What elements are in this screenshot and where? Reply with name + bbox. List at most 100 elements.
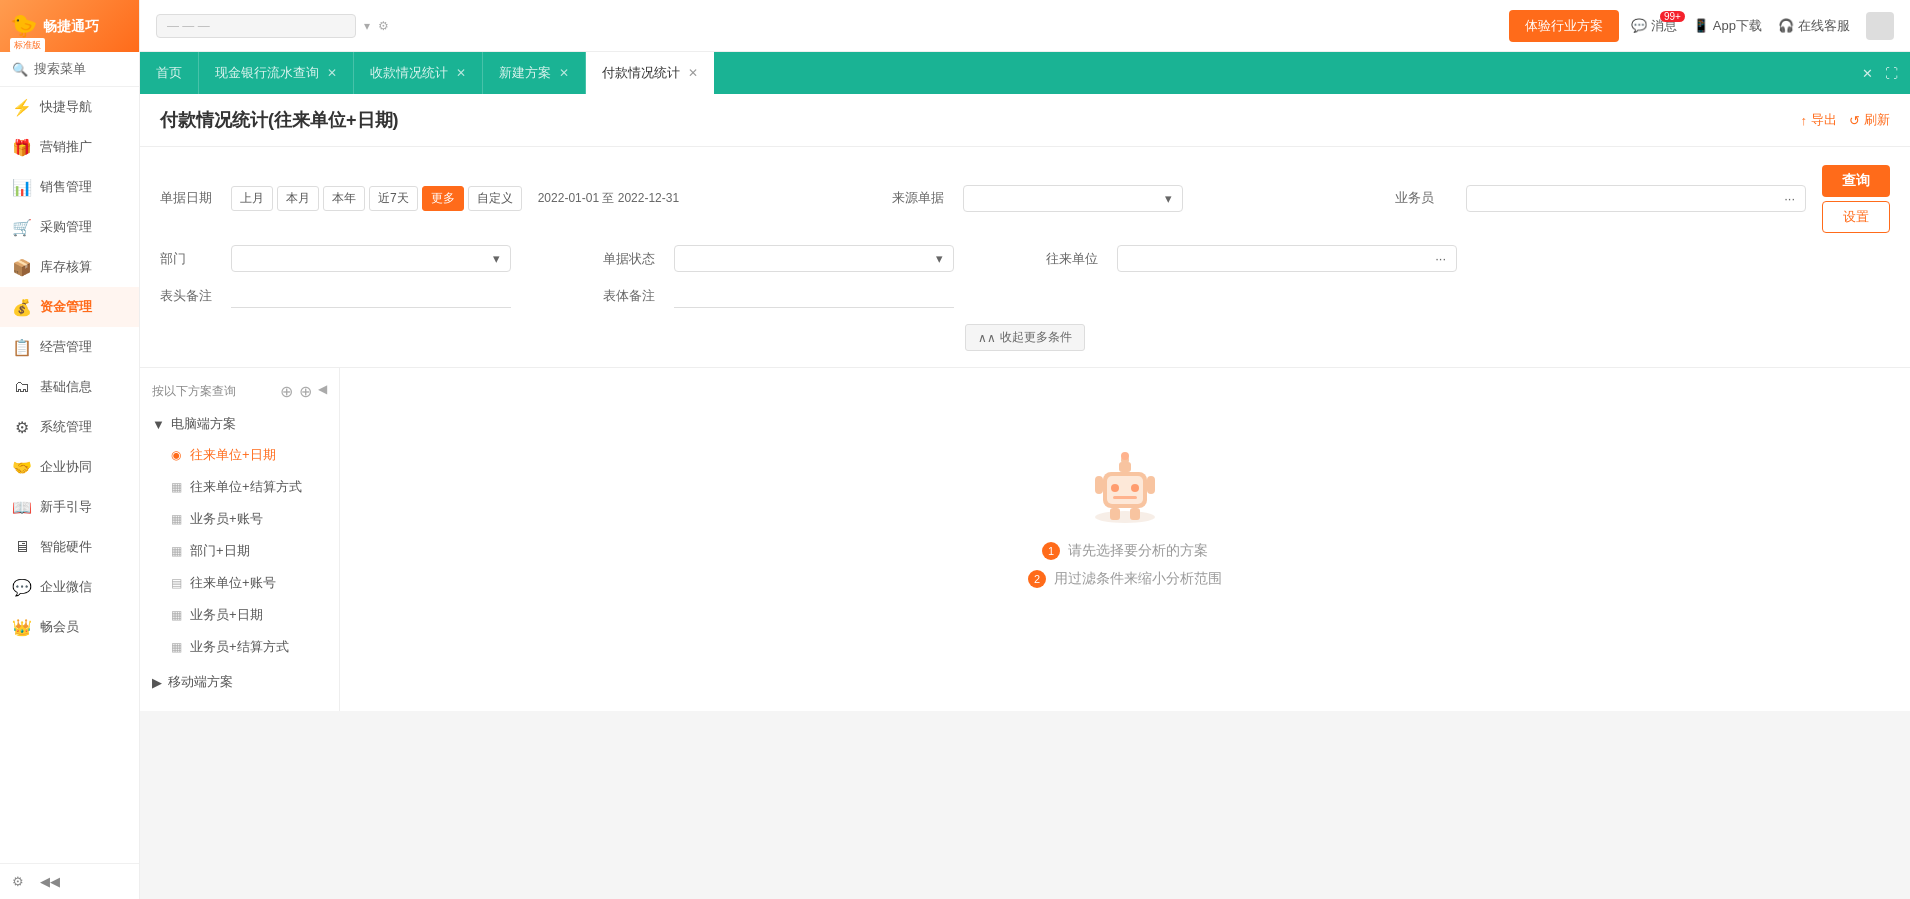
- header-note-input[interactable]: [231, 284, 511, 308]
- finance-icon: 💰: [12, 297, 32, 317]
- scheme-icon: ▦: [168, 607, 184, 623]
- sidebar-search[interactable]: 🔍 搜索菜单: [0, 52, 139, 87]
- tab-close-icon[interactable]: ✕: [688, 66, 698, 80]
- ellipsis-icon: ···: [1435, 251, 1446, 266]
- chevron-down-icon[interactable]: ▾: [364, 19, 370, 33]
- source-select[interactable]: ▾: [963, 185, 1183, 212]
- settings-icon[interactable]: ⚙: [378, 19, 389, 33]
- desktop-label: 电脑端方案: [171, 415, 236, 433]
- tab-cash-flow[interactable]: 现金银行流水查询 ✕: [199, 52, 354, 94]
- collapse-panel-icon[interactable]: ◀: [318, 382, 327, 401]
- collapse-sidebar-icon[interactable]: ◀◀: [40, 874, 60, 889]
- sidebar-item-purchase[interactable]: 🛒 采购管理: [0, 207, 139, 247]
- sidebar-item-marketing[interactable]: 🎁 营销推广: [0, 127, 139, 167]
- export-button[interactable]: ↑ 导出: [1801, 111, 1838, 129]
- scheme-icon: ▦: [168, 543, 184, 559]
- message-button[interactable]: 💬 消息 99+: [1631, 17, 1677, 35]
- ellipsis-icon: ···: [1784, 191, 1795, 206]
- sidebar-item-enterprise[interactable]: 🤝 企业协同: [0, 447, 139, 487]
- body-note-input[interactable]: [674, 284, 954, 308]
- sidebar-item-weixin[interactable]: 💬 企业微信: [0, 567, 139, 607]
- refresh-label: 刷新: [1864, 111, 1890, 129]
- filter-row-2: 部门 ▾ 单据状态 ▾ 往来单位 ···: [160, 245, 1890, 272]
- sidebar-item-inventory[interactable]: 📦 库存核算: [0, 247, 139, 287]
- guide-icon: 📖: [12, 497, 32, 517]
- date-btn-this-month[interactable]: 本月: [277, 186, 319, 211]
- dept-select[interactable]: ▾: [231, 245, 511, 272]
- tab-new-scheme[interactable]: 新建方案 ✕: [483, 52, 586, 94]
- empty-hint-1: 1 请先选择要分析的方案: [1042, 542, 1208, 560]
- expand-icon[interactable]: ⛶: [1885, 66, 1898, 81]
- operations-icon: 📋: [12, 337, 32, 357]
- date-buttons: 上月 本月 本年 近7天 更多 自定义: [231, 186, 522, 211]
- query-button[interactable]: 查询: [1822, 165, 1890, 197]
- topbar-address: — — — ▾ ⚙: [156, 14, 1497, 38]
- service-icon: 🎧: [1778, 18, 1794, 33]
- avatar[interactable]: [1866, 12, 1894, 40]
- sales-icon: 📊: [12, 177, 32, 197]
- nav-label: 系统管理: [40, 418, 92, 436]
- sidebar-item-quick-nav[interactable]: ⚡ 快捷导航: [0, 87, 139, 127]
- salesman-select[interactable]: ···: [1466, 185, 1806, 212]
- date-btn-7days[interactable]: 近7天: [369, 186, 418, 211]
- settings-bottom-icon[interactable]: ⚙: [12, 874, 24, 889]
- nav-label: 库存核算: [40, 258, 92, 276]
- query-actions: 查询 设置: [1822, 165, 1890, 233]
- sidebar-nav: ⚡ 快捷导航 🎁 营销推广 📊 销售管理 🛒 采购管理 📦 库存核算 💰 资金管…: [0, 87, 139, 863]
- voucher-status-select[interactable]: ▾: [674, 245, 954, 272]
- sidebar-item-basic[interactable]: 🗂 基础信息: [0, 367, 139, 407]
- date-btn-last-month[interactable]: 上月: [231, 186, 273, 211]
- settings-button[interactable]: 设置: [1822, 201, 1890, 233]
- sidebar-item-hardware[interactable]: 🖥 智能硬件: [0, 527, 139, 567]
- mobile-group-title[interactable]: ▶ 移动端方案: [140, 667, 339, 697]
- scheme-icon: ▦: [168, 511, 184, 527]
- trial-button[interactable]: 体验行业方案: [1509, 10, 1619, 42]
- scheme-item-4[interactable]: ▤ 往来单位+账号: [140, 567, 339, 599]
- message-badge: 99+: [1660, 11, 1685, 22]
- refresh-button[interactable]: ↺ 刷新: [1849, 111, 1890, 129]
- app-download-button[interactable]: 📱 App下载: [1693, 17, 1762, 35]
- sidebar-item-guide[interactable]: 📖 新手引导: [0, 487, 139, 527]
- close-all-icon[interactable]: ✕: [1862, 66, 1873, 81]
- scheme-item-3[interactable]: ▦ 部门+日期: [140, 535, 339, 567]
- message-icon: 💬: [1631, 18, 1647, 33]
- sidebar-item-operations[interactable]: 📋 经营管理: [0, 327, 139, 367]
- partner-select[interactable]: ···: [1117, 245, 1457, 272]
- date-btn-this-year[interactable]: 本年: [323, 186, 365, 211]
- page-title: 付款情况统计(往来单位+日期): [160, 108, 399, 132]
- scheme-label: 业务员+结算方式: [190, 638, 289, 656]
- hint-num-1: 1: [1042, 542, 1060, 560]
- tab-payment-stats[interactable]: 付款情况统计 ✕: [586, 52, 714, 94]
- scheme-item-1[interactable]: ▦ 往来单位+结算方式: [140, 471, 339, 503]
- scheme-item-6[interactable]: ▦ 业务员+结算方式: [140, 631, 339, 663]
- address-bar[interactable]: — — —: [156, 14, 356, 38]
- svg-rect-10: [1147, 476, 1155, 494]
- collapse-button[interactable]: ∧∧ 收起更多条件: [965, 324, 1085, 351]
- settings-scheme-icon[interactable]: ⊕: [299, 382, 312, 401]
- date-btn-more[interactable]: 更多: [422, 186, 464, 211]
- tab-close-icon[interactable]: ✕: [456, 66, 466, 80]
- main-area: — — — ▾ ⚙ 体验行业方案 💬 消息 99+ 📱 App下载 🎧 在线客服: [140, 0, 1910, 899]
- scheme-item-0[interactable]: ◉ 往来单位+日期: [140, 439, 339, 471]
- tab-home[interactable]: 首页: [140, 52, 199, 94]
- online-service-button[interactable]: 🎧 在线客服: [1778, 17, 1850, 35]
- nav-label: 资金管理: [40, 298, 92, 316]
- date-btn-custom[interactable]: 自定义: [468, 186, 522, 211]
- desktop-group-title[interactable]: ▼ 电脑端方案: [140, 409, 339, 439]
- sidebar-bottom: ⚙ ◀◀: [0, 863, 139, 899]
- scheme-label: 往来单位+结算方式: [190, 478, 302, 496]
- page-actions: ↑ 导出 ↺ 刷新: [1801, 111, 1891, 129]
- add-scheme-icon[interactable]: ⊕: [280, 382, 293, 401]
- tab-receipt-stats[interactable]: 收款情况统计 ✕: [354, 52, 483, 94]
- sidebar-item-member[interactable]: 👑 畅会员: [0, 607, 139, 647]
- sidebar-item-sales[interactable]: 📊 销售管理: [0, 167, 139, 207]
- tab-label: 现金银行流水查询: [215, 64, 319, 82]
- sidebar: 🐤 畅捷通巧 标准版 🔍 搜索菜单 ⚡ 快捷导航 🎁 营销推广 📊 销售管理 🛒…: [0, 0, 140, 899]
- tab-close-icon[interactable]: ✕: [559, 66, 569, 80]
- scheme-item-2[interactable]: ▦ 业务员+账号: [140, 503, 339, 535]
- tab-close-icon[interactable]: ✕: [327, 66, 337, 80]
- sidebar-item-system[interactable]: ⚙ 系统管理: [0, 407, 139, 447]
- nav-label: 快捷导航: [40, 98, 92, 116]
- sidebar-item-finance[interactable]: 💰 资金管理: [0, 287, 139, 327]
- scheme-item-5[interactable]: ▦ 业务员+日期: [140, 599, 339, 631]
